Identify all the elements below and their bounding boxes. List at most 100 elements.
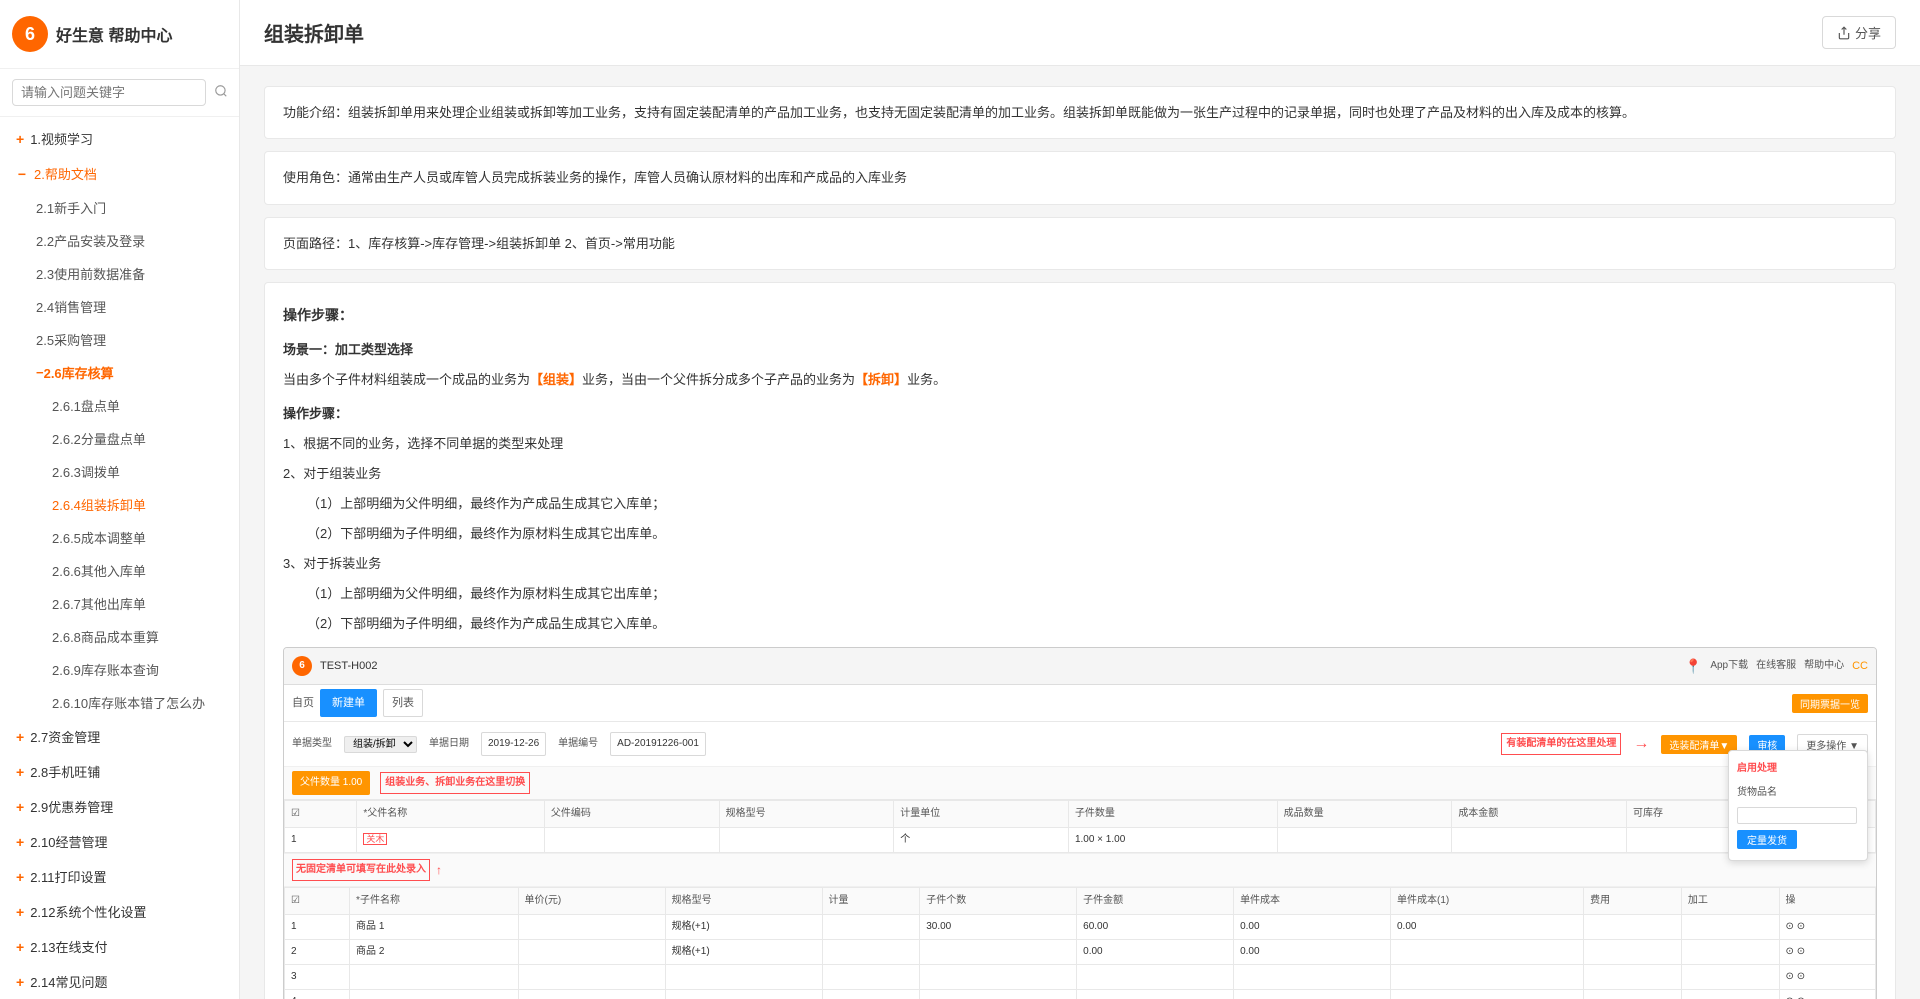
sidebar: 6 好生意 帮助中心 + 1.视频学习 − 2.帮助文档 2.1新手入门 2.2… xyxy=(0,0,240,999)
mock-table-upper: ☑ *父件名称 父件编码 规格型号 计量单位 子件数量 成品数量 成本金额 可库 xyxy=(284,800,1876,853)
mock-form-section: 单据类型 组装/拆卸 单据日期 2019-12-26 单据编号 AD-20191… xyxy=(284,722,1876,767)
sidebar-item-24[interactable]: 2.4销售管理 xyxy=(0,290,239,323)
mock-topbar: 6 TEST-H002 📍 App下载 在线客服 帮助中心 CC xyxy=(284,648,1876,685)
sidebar-item-269[interactable]: 2.6.9库存账本查询 xyxy=(0,653,239,686)
table-row: 2 商品 2 规格(+1) 0.00 0.00 xyxy=(285,940,1876,965)
mock-popup-input[interactable] xyxy=(1737,807,1857,824)
expand-icon: + xyxy=(16,974,24,990)
mock-table-lower: ☑ *子件名称 单价(元) 规格型号 计量 子件个数 子件金额 单件成本 单件成 xyxy=(284,887,1876,999)
mock-popup-confirm-btn[interactable]: 定量发货 xyxy=(1737,830,1797,849)
search-box xyxy=(0,69,239,117)
table-row: 1 商品 1 规格(+1) 30.00 60.00 0.00 0.00 xyxy=(285,915,1876,940)
search-button[interactable] xyxy=(210,80,232,105)
sidebar-item-2610[interactable]: 2.6.10库存账本错了怎么办 xyxy=(0,686,239,719)
sidebar-item-261[interactable]: 2.6.1盘点单 xyxy=(0,389,239,422)
mock-popup-enable: 启用处理 货物品名 定量发货 xyxy=(1728,750,1868,861)
ops-title: 操作步骤： xyxy=(283,301,1877,329)
step2: 2、对于组装业务 xyxy=(283,461,1877,487)
expand-icon: + xyxy=(16,799,24,815)
col-cost: 成本金额 xyxy=(1452,801,1627,828)
sidebar-item-268[interactable]: 2.6.8商品成本重算 xyxy=(0,620,239,653)
sidebar-item-213[interactable]: + 2.13在线支付 xyxy=(0,929,239,964)
sidebar-item-27[interactable]: + 2.7资金管理 xyxy=(0,719,239,754)
expand-icon: + xyxy=(16,764,24,780)
mock-btn-select-bom[interactable]: 选装配清单▼ xyxy=(1661,735,1737,754)
sidebar-item-23[interactable]: 2.3使用前数据准备 xyxy=(0,257,239,290)
sidebar-item-212[interactable]: + 2.12系统个性化设置 xyxy=(0,894,239,929)
main-content: 组装拆卸单 分享 功能介绍：组装拆卸单用来处理企业组装或拆卸等加工业务，支持有固… xyxy=(240,0,1920,999)
sidebar-item-29[interactable]: + 2.9优惠券管理 xyxy=(0,789,239,824)
expand-icon: + xyxy=(16,131,24,147)
table-row: 1 关木 个 1.00 × 1.00 xyxy=(285,828,1876,853)
mock-upper-section-bar: 父件数量 1.00 组装业务、拆卸业务在这里切换 启用处理 xyxy=(284,767,1876,800)
sidebar-item-214[interactable]: + 2.14常见问题 xyxy=(0,964,239,999)
main-header: 组装拆卸单 分享 xyxy=(240,0,1920,66)
expand-icon: + xyxy=(16,939,24,955)
share-button[interactable]: 分享 xyxy=(1822,16,1896,49)
sidebar-item-266[interactable]: 2.6.6其他入库单 xyxy=(0,554,239,587)
scene1-desc: 当由多个子件材料组装成一个成品的业务为【组装】业务，当由一个父件拆分成多个子产品… xyxy=(283,367,1877,393)
intro-block: 功能介绍：组装拆卸单用来处理企业组装或拆卸等加工业务，支持有固定装配清单的产品加… xyxy=(264,86,1896,139)
expand-icon: + xyxy=(16,834,24,850)
sidebar-item-211[interactable]: + 2.11打印设置 xyxy=(0,859,239,894)
sidebar-item-28[interactable]: + 2.8手机旺铺 xyxy=(0,754,239,789)
sidebar-item-265[interactable]: 2.6.5成本调整单 xyxy=(0,521,239,554)
sidebar-item-262[interactable]: 2.6.2分量盘点单 xyxy=(0,422,239,455)
expand-icon: + xyxy=(16,729,24,745)
table-row: 3⊙ ⊙ xyxy=(285,965,1876,990)
sidebar-item-263[interactable]: 2.6.3调拨单 xyxy=(0,455,239,488)
app-title: 好生意 帮助中心 xyxy=(56,22,172,46)
sidebar-header: 6 好生意 帮助中心 xyxy=(0,0,239,69)
mock-upper-table: ☑ *父件名称 父件编码 规格型号 计量单位 子件数量 成品数量 成本金额 可库 xyxy=(284,800,1876,853)
steps-block: 操作步骤： 场景一：加工类型选择 当由多个子件材料组装成一个成品的业务为【组装】… xyxy=(264,282,1896,999)
mock-lower-table: ☑ *子件名称 单价(元) 规格型号 计量 子件个数 子件金额 单件成本 单件成 xyxy=(284,887,1876,999)
expand-icon: + xyxy=(16,904,24,920)
scene1-steps-title: 操作步骤： xyxy=(283,401,1877,427)
logo-icon: 6 xyxy=(12,16,48,52)
step2-2: （2）下部明细为子件明细，最终作为原材料生成其它出库单。 xyxy=(307,521,1877,547)
sidebar-item-docs[interactable]: − 2.帮助文档 xyxy=(0,156,239,191)
mock-tab-home[interactable]: 自页 xyxy=(292,692,314,714)
nav-section: + 1.视频学习 − 2.帮助文档 2.1新手入门 2.2产品安装及登录 2.3… xyxy=(0,117,239,999)
col-parent-code: 父件编码 xyxy=(544,801,719,828)
page-title: 组装拆卸单 xyxy=(264,18,364,47)
sidebar-item-25[interactable]: 2.5采购管理 xyxy=(0,323,239,356)
share-icon xyxy=(1837,26,1851,40)
mock-tab-new[interactable]: 新建单 xyxy=(320,689,377,717)
annotation-lower: 无固定清单可填写在此处录入 xyxy=(292,859,430,881)
col-parent-name: *父件名称 xyxy=(357,801,545,828)
sidebar-item-video[interactable]: + 1.视频学习 xyxy=(0,121,239,156)
mock-lower-annotation-bar: 无固定清单可填写在此处录入 ↑ xyxy=(284,853,1876,887)
mock-doc-num[interactable]: AD-20191226-001 xyxy=(610,732,706,756)
sidebar-item-267[interactable]: 2.6.7其他出库单 xyxy=(0,587,239,620)
sidebar-item-210[interactable]: + 2.10经营管理 xyxy=(0,824,239,859)
mock-nav-tabs: 自页 新建单 列表 同期票据一览 xyxy=(284,685,1876,722)
annotation-1: 有装配清单的在这里处理 xyxy=(1501,733,1621,755)
sidebar-item-21[interactable]: 2.1新手入门 xyxy=(0,191,239,224)
mock-topbar-id: TEST-H002 xyxy=(320,655,377,677)
search-input[interactable] xyxy=(12,79,206,106)
table-row: 4⊙ ⊙ xyxy=(285,990,1876,999)
content-area: 功能介绍：组装拆卸单用来处理企业组装或拆卸等加工业务，支持有固定装配清单的产品加… xyxy=(240,66,1920,999)
scene1-title: 场景一：加工类型选择 xyxy=(283,337,1877,363)
step3-1: （1）上部明细为父件明细，最终作为原材料生成其它出库单； xyxy=(307,581,1877,607)
collapse-icon: − xyxy=(16,166,28,182)
mock-section-label: 父件数量 1.00 xyxy=(292,771,370,795)
sidebar-item-26[interactable]: − 2.6库存核算 xyxy=(0,356,239,389)
expand-icon: + xyxy=(16,869,24,885)
sidebar-item-264[interactable]: 2.6.4组装拆卸单 xyxy=(0,488,239,521)
step3-2: （2）下部明细为子件明细，最终作为产成品生成其它入库单。 xyxy=(307,611,1877,637)
mock-logo-icon: 6 xyxy=(292,656,312,676)
path-block: 页面路径：1、库存核算->库存管理->组装拆卸单 2、首页->常用功能 xyxy=(264,217,1896,270)
mock-select-type[interactable]: 组装/拆卸 xyxy=(344,736,417,753)
col-header: ☑ xyxy=(285,801,357,828)
col-product-qty: 成品数量 xyxy=(1277,801,1452,828)
col-spec: 规格型号 xyxy=(719,801,894,828)
mock-btn-billview[interactable]: 同期票据一览 xyxy=(1792,694,1868,713)
sidebar-item-22[interactable]: 2.2产品安装及登录 xyxy=(0,224,239,257)
step2-1: （1）上部明细为父件明细，最终作为产成品生成其它入库单； xyxy=(307,491,1877,517)
mock-ui-wrapper: 6 TEST-H002 📍 App下载 在线客服 帮助中心 CC 自页 xyxy=(284,648,1876,999)
mock-tab-list[interactable]: 列表 xyxy=(383,689,423,717)
step1: 1、根据不同的业务，选择不同单据的类型来处理 xyxy=(283,431,1877,457)
mock-date[interactable]: 2019-12-26 xyxy=(481,732,546,756)
